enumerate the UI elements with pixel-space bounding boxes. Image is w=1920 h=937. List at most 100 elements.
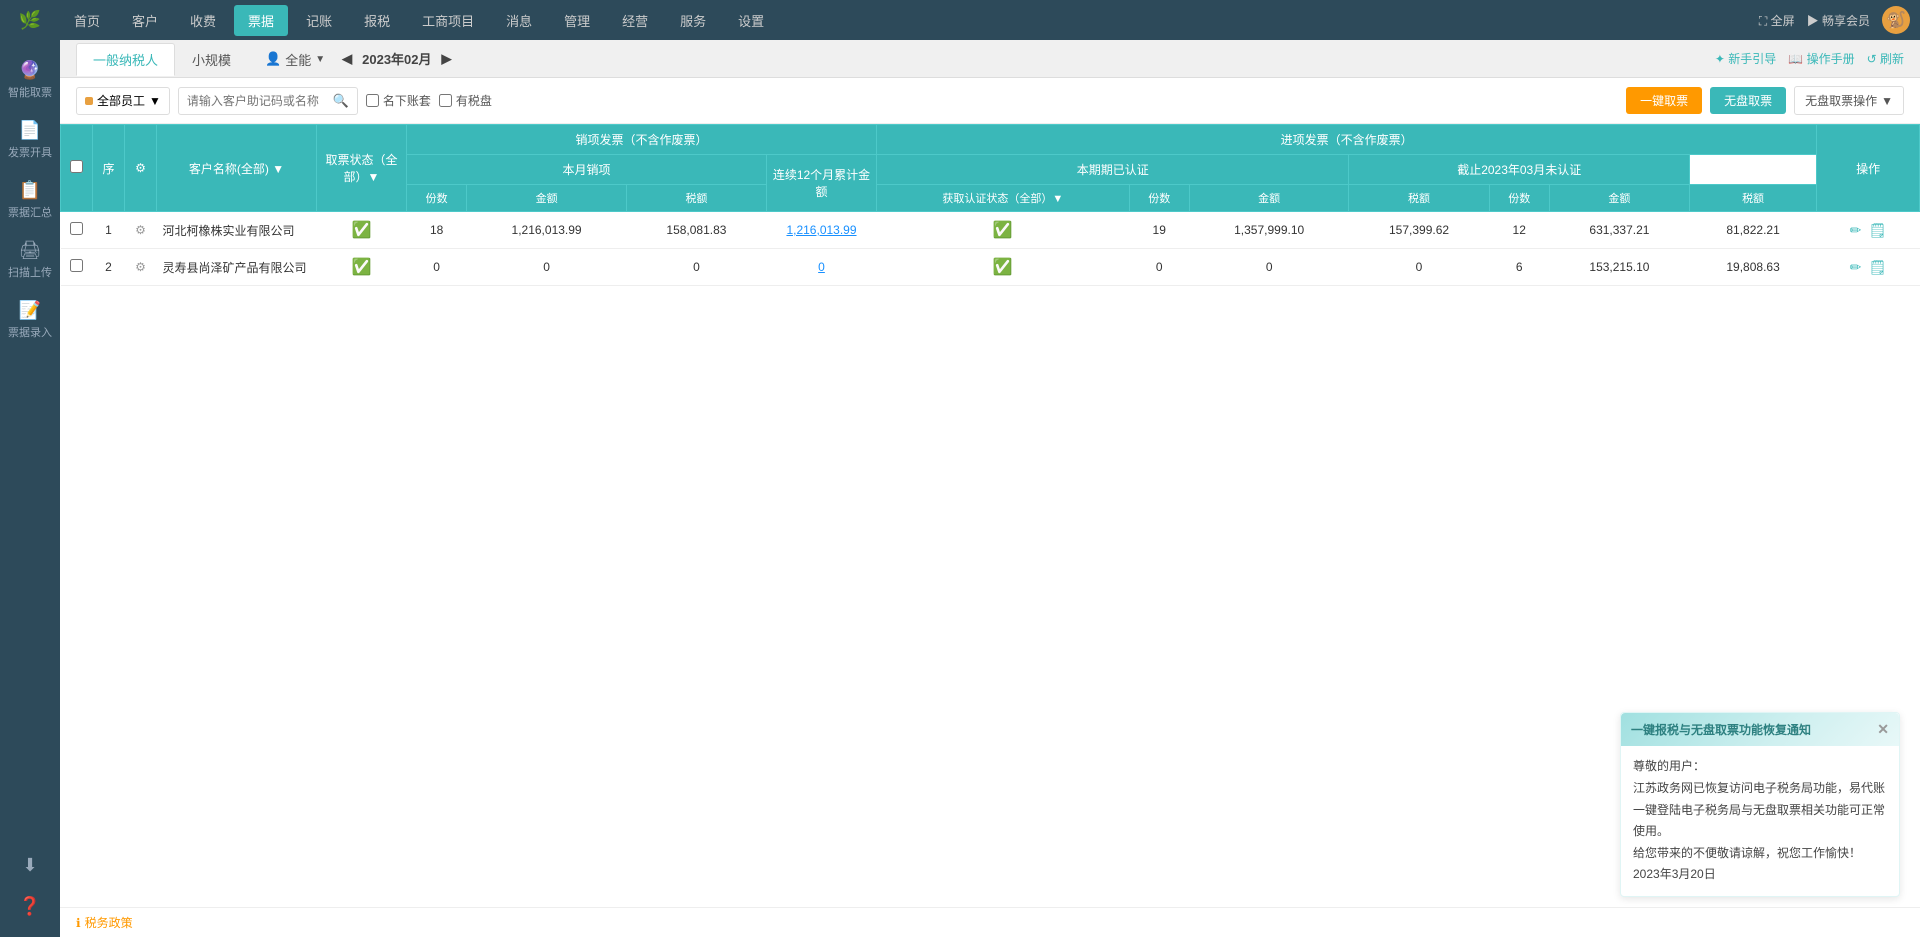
row-count2: 19 (1129, 212, 1189, 249)
one-click-take-btn[interactable]: 一键取票 (1626, 87, 1702, 114)
period-label: 2023年02月 (362, 49, 431, 68)
nav-operation[interactable]: 经营 (608, 5, 662, 36)
view-icon[interactable]: 🗒 (1869, 259, 1887, 275)
view-icon[interactable]: 🗒 (1869, 222, 1887, 238)
download-icon: ⬇ (22, 855, 37, 876)
employee-select[interactable]: 全部员工 ▼ (76, 87, 170, 115)
nav-settings[interactable]: 设置 (724, 5, 778, 36)
row-checkbox[interactable] (61, 212, 93, 249)
row-settings[interactable]: ⚙ (125, 212, 157, 249)
th-num: 序 (93, 125, 125, 212)
tab-small-scale[interactable]: 小规模 (175, 43, 248, 75)
nav-invoice[interactable]: 票据 (234, 5, 288, 36)
row-amount3: 153,215.10 (1549, 249, 1689, 286)
checkbox-tax-disk-input[interactable] (439, 94, 452, 107)
search-icon[interactable]: 🔍 (333, 93, 349, 109)
sidebar-item-scan-upload[interactable]: 🖨 扫描上传 (0, 230, 60, 290)
sidebar-label-smart-ticket: 智能取票 (8, 84, 52, 100)
row-count3: 12 (1489, 212, 1549, 249)
th-cert-status: 获取认证状态（全部）▼ (877, 185, 1130, 212)
row-cert-status: ✅ (877, 212, 1130, 249)
tab-all[interactable]: 👤 全能 ▼ (248, 43, 342, 75)
row-action: ✏ 🗒 (1817, 249, 1920, 286)
row-num: 2 (93, 249, 125, 286)
toolbar: 全部员工 ▼ 🔍 名下账套 有税盘 一键取票 无盘取票 无盘取票操作 ▼ (60, 78, 1920, 124)
fullscreen-btn[interactable]: ⛶ 全屏 (1759, 12, 1795, 29)
refresh-btn[interactable]: ↺ 刷新 (1867, 50, 1904, 67)
search-input[interactable] (187, 94, 333, 108)
checkbox-account-label: 名下账套 (383, 92, 431, 109)
manual-btn[interactable]: 📖 操作手册 (1788, 50, 1854, 67)
new-guide-btn[interactable]: ✦ 新手引导 (1715, 50, 1776, 67)
status-icon: ℹ (76, 916, 81, 930)
next-period-btn[interactable]: ▶ (442, 51, 452, 67)
checkbox-account-input[interactable] (366, 94, 379, 107)
nav-account[interactable]: 记账 (292, 5, 346, 36)
user-avatar[interactable]: 🐒 (1882, 6, 1910, 34)
row-action: ✏ 🗒 (1817, 212, 1920, 249)
sidebar-item-download[interactable]: ⬇ (19, 845, 41, 886)
period-nav: ◀ 2023年02月 ▶ (342, 49, 451, 68)
nav-fee[interactable]: 收费 (176, 5, 230, 36)
row-checkbox[interactable] (61, 249, 93, 286)
nav-manage[interactable]: 管理 (550, 5, 604, 36)
row-tax3: 19,808.63 (1689, 249, 1816, 286)
row-consecutive[interactable]: 1,216,013.99 (767, 212, 877, 249)
sidebar-item-invoice-entry[interactable]: 📝 票据录入 (0, 290, 60, 350)
notification-header: 一键报税与无盘取票功能恢复通知 ✕ (1621, 713, 1899, 746)
no-disk-take-btn[interactable]: 无盘取票 (1710, 87, 1786, 114)
sidebar-item-help[interactable]: ❓ (19, 886, 41, 927)
invoice-open-icon: 📄 (19, 120, 41, 141)
th-tax3: 税额 (1689, 185, 1816, 212)
nav-home[interactable]: 首页 (60, 5, 114, 36)
row-count2: 0 (1129, 249, 1189, 286)
no-disk-ops-btn[interactable]: 无盘取票操作 ▼ (1794, 86, 1904, 115)
row-take-status: ✅ (317, 212, 407, 249)
nav-message[interactable]: 消息 (492, 5, 546, 36)
nav-customer[interactable]: 客户 (118, 5, 172, 36)
edit-icon[interactable]: ✏ (1850, 222, 1862, 238)
checkbox-account[interactable]: 名下账套 (366, 92, 431, 109)
row-settings[interactable]: ⚙ (125, 249, 157, 286)
invoice-entry-icon: 📝 (19, 300, 41, 321)
smart-ticket-icon: 🔮 (19, 60, 41, 81)
row-cert-status: ✅ (877, 249, 1130, 286)
th-settings: ⚙ (125, 125, 157, 212)
th-current-month: 本月销项 (407, 155, 767, 185)
scan-upload-icon: 🖨 (19, 240, 42, 261)
invoice-table: 序 ⚙ 客户名称(全部) ▼ 取票状态（全部）▼ 销项发票（不含作废票） 进项发… (60, 124, 1920, 286)
member-btn[interactable]: ▶ 畅享会员 (1807, 12, 1870, 29)
row-checkbox-input[interactable] (70, 259, 83, 272)
row-consecutive[interactable]: 0 (767, 249, 877, 286)
sidebar-item-invoice-open[interactable]: 📄 发票开具 (0, 110, 60, 170)
row-tax: 158,081.83 (626, 212, 766, 249)
nav-business[interactable]: 工商项目 (408, 5, 488, 36)
help-icon: ❓ (19, 896, 41, 917)
nav-tax[interactable]: 报税 (350, 5, 404, 36)
tab-general-taxpayer[interactable]: 一般纳税人 (76, 43, 175, 76)
sidebar-label-invoice-open: 发票开具 (8, 144, 52, 160)
row-amount: 0 (467, 249, 627, 286)
status-text[interactable]: 税务政策 (85, 914, 133, 931)
row-amount: 1,216,013.99 (467, 212, 627, 249)
row-count3: 6 (1489, 249, 1549, 286)
nav-service[interactable]: 服务 (666, 5, 720, 36)
th-checkbox (61, 125, 93, 212)
row-tax2: 0 (1349, 249, 1489, 286)
checkbox-tax-disk[interactable]: 有税盘 (439, 92, 492, 109)
sidebar-label-scan-upload: 扫描上传 (8, 264, 52, 280)
sidebar-item-invoice-summary[interactable]: 📋 票据汇总 (0, 170, 60, 230)
sidebar-label-invoice-entry: 票据录入 (8, 324, 52, 340)
sidebar-item-smart-ticket[interactable]: 🔮 智能取票 (0, 50, 60, 110)
row-checkbox-input[interactable] (70, 222, 83, 235)
edit-icon[interactable]: ✏ (1850, 259, 1862, 275)
select-all-checkbox[interactable] (70, 160, 83, 173)
th-current-period: 本期期已认证 (877, 155, 1349, 185)
logo-icon: 🌿 (10, 0, 50, 40)
row-tax3: 81,822.21 (1689, 212, 1816, 249)
notification-close-btn[interactable]: ✕ (1877, 721, 1889, 738)
row-take-status: ✅ (317, 249, 407, 286)
th-amount3: 金额 (1549, 185, 1689, 212)
table-row: 1 ⚙ 河北柯橡株实业有限公司 ✅ 18 1,216,013.99 158,08… (61, 212, 1920, 249)
prev-period-btn[interactable]: ◀ (342, 51, 352, 67)
